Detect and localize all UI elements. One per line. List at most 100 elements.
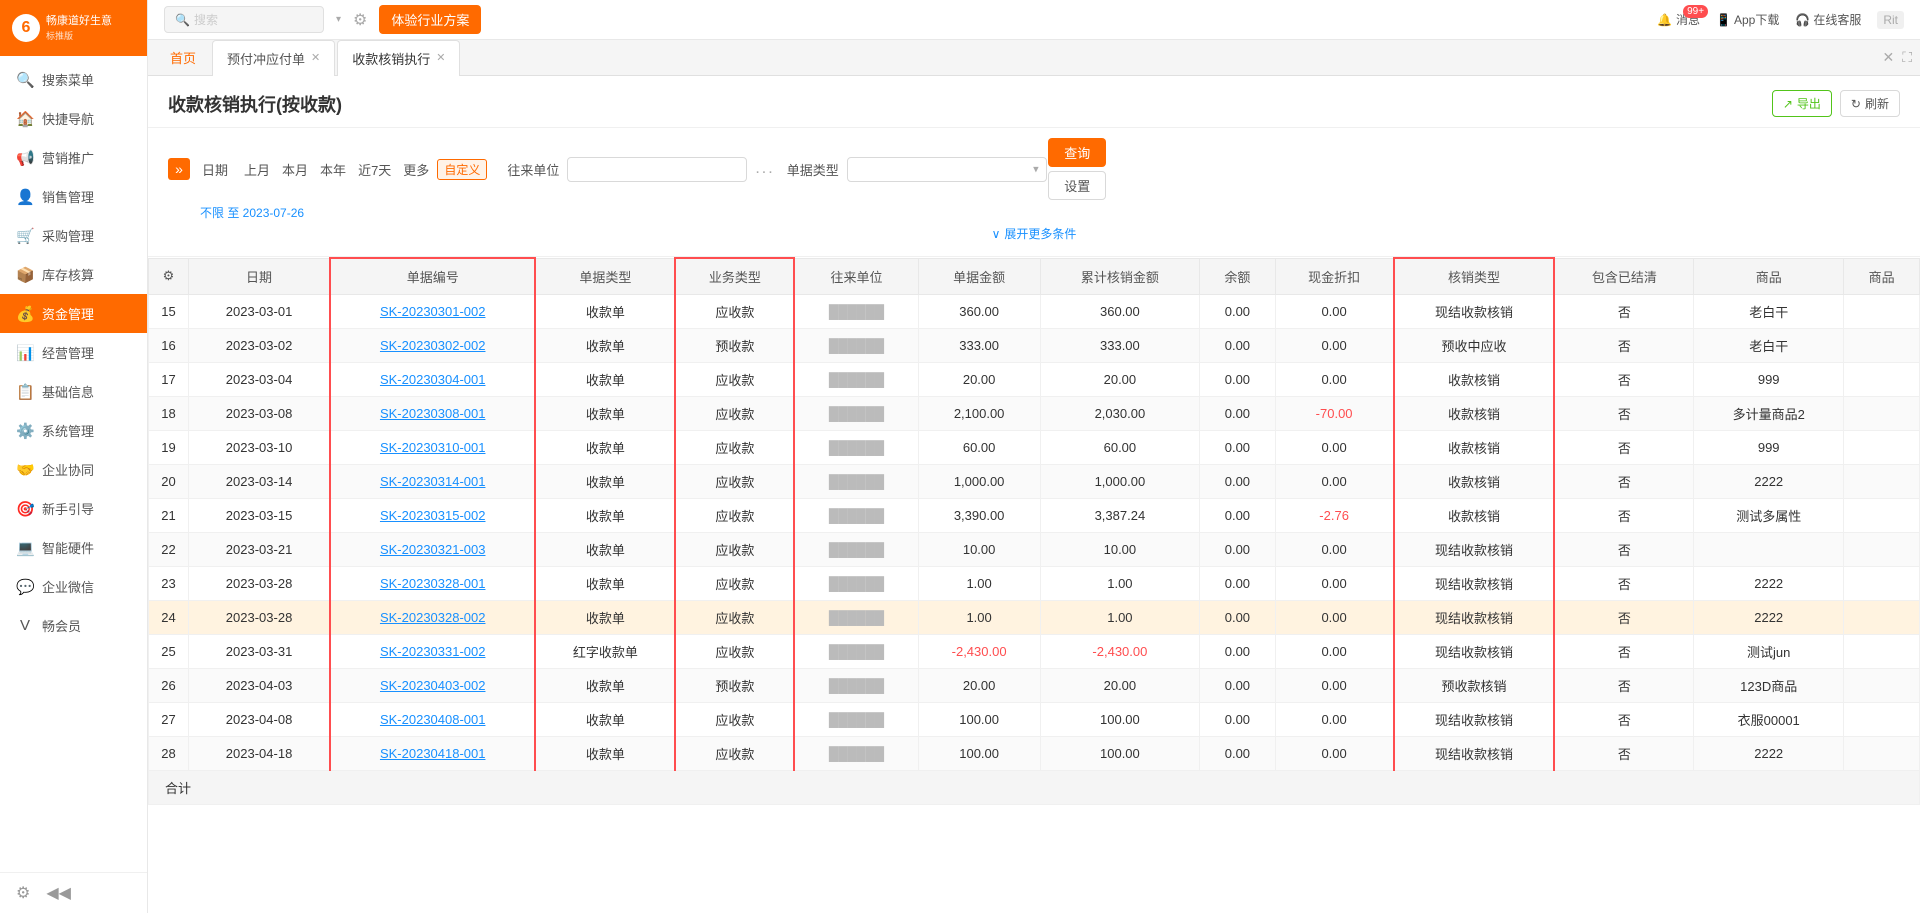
sidebar-item-search[interactable]: 🔍 搜索菜单 xyxy=(0,60,147,99)
tab-expand-icon[interactable]: ⛶ xyxy=(1902,49,1912,66)
cell-balance: 0.00 xyxy=(1200,295,1276,329)
query-button[interactable]: 查询 xyxy=(1048,138,1106,167)
table-row: 23 2023-03-28 SK-20230328-001 收款单 应收款 ██… xyxy=(149,567,1920,601)
cell-customer: ██████ xyxy=(794,465,918,499)
user-name[interactable]: Rit xyxy=(1877,11,1904,29)
settings-footer-icon[interactable]: ⚙ xyxy=(16,883,30,903)
bill-no-link[interactable]: SK-20230328-002 xyxy=(380,610,486,625)
sidebar-item-member[interactable]: V 畅会员 xyxy=(0,606,147,645)
bill-no-link[interactable]: SK-20230310-001 xyxy=(380,440,486,455)
filter-more[interactable]: 更多 xyxy=(399,158,433,181)
bill-no-link[interactable]: SK-20230314-001 xyxy=(380,474,486,489)
tab-close-advance-payment[interactable]: ✕ xyxy=(311,53,320,64)
bill-no-link[interactable]: SK-20230302-002 xyxy=(380,338,486,353)
cell-bill-no[interactable]: SK-20230315-002 xyxy=(330,499,535,533)
bill-no-link[interactable]: SK-20230408-001 xyxy=(380,712,486,727)
sidebar-item-purchase[interactable]: 🛒 采购管理 xyxy=(0,216,147,255)
cell-bill-no[interactable]: SK-20230304-001 xyxy=(330,363,535,397)
cell-bill-no[interactable]: SK-20230301-002 xyxy=(330,295,535,329)
sidebar-item-quick-nav[interactable]: 🏠 快捷导航 xyxy=(0,99,147,138)
cell-cum-offset: 333.00 xyxy=(1040,329,1199,363)
cell-offset-type: 收款核销 xyxy=(1394,397,1555,431)
filter-this-year[interactable]: 本年 xyxy=(316,158,350,181)
cell-product2 xyxy=(1844,669,1920,703)
bell-icon: 🔔 xyxy=(1657,13,1672,27)
sidebar-item-inventory[interactable]: 📦 库存核算 xyxy=(0,255,147,294)
sidebar-item-hardware[interactable]: 💻 智能硬件 xyxy=(0,528,147,567)
filter-last-month[interactable]: 上月 xyxy=(240,158,274,181)
bill-no-link[interactable]: SK-20230304-001 xyxy=(380,372,486,387)
cell-date: 2023-03-10 xyxy=(189,431,331,465)
filter-settings-button[interactable]: 设置 xyxy=(1048,171,1106,200)
sidebar-item-sales[interactable]: 👤 销售管理 xyxy=(0,177,147,216)
cell-bill-no[interactable]: SK-20230302-002 xyxy=(330,329,535,363)
sidebar-item-marketing[interactable]: 📢 营销推广 xyxy=(0,138,147,177)
cell-customer: ██████ xyxy=(794,737,918,771)
cell-bill-no[interactable]: SK-20230308-001 xyxy=(330,397,535,431)
tab-close-collection-exec[interactable]: ✕ xyxy=(436,53,445,64)
cell-bill-no[interactable]: SK-20230328-002 xyxy=(330,601,535,635)
refresh-button[interactable]: ↻ 刷新 xyxy=(1840,90,1900,117)
th-cash-discount: 现金折扣 xyxy=(1275,258,1393,295)
sidebar-item-system[interactable]: ⚙️ 系统管理 xyxy=(0,411,147,450)
cell-bill-no[interactable]: SK-20230408-001 xyxy=(330,703,535,737)
cell-bill-no[interactable]: SK-20230418-001 xyxy=(330,737,535,771)
filter-this-month[interactable]: 本月 xyxy=(278,158,312,181)
bill-no-link[interactable]: SK-20230308-001 xyxy=(380,406,486,421)
cell-offset-type: 预收款核销 xyxy=(1394,669,1555,703)
cell-num: 23 xyxy=(149,567,189,601)
cell-bill-no[interactable]: SK-20230403-002 xyxy=(330,669,535,703)
filter-customer-input[interactable] xyxy=(567,157,747,182)
cell-bill-no[interactable]: SK-20230310-001 xyxy=(330,431,535,465)
cell-offset-type: 现结收款核销 xyxy=(1394,737,1555,771)
home-icon: 🏠 xyxy=(16,110,34,128)
bill-no-link[interactable]: SK-20230418-001 xyxy=(380,746,486,761)
industry-solution-button[interactable]: 体验行业方案 xyxy=(379,5,481,34)
cell-bill-no[interactable]: SK-20230331-002 xyxy=(330,635,535,669)
sidebar-item-wechat[interactable]: 💬 企业微信 xyxy=(0,567,147,606)
cell-include-cleared: 否 xyxy=(1554,499,1693,533)
cell-biz-type: 应收款 xyxy=(675,703,794,737)
bill-no-link[interactable]: SK-20230321-003 xyxy=(380,542,486,557)
cell-product2 xyxy=(1844,363,1920,397)
filter-expand-button[interactable]: » xyxy=(168,158,190,180)
cell-bill-no[interactable]: SK-20230314-001 xyxy=(330,465,535,499)
tab-home[interactable]: 首页 xyxy=(156,40,210,76)
tab-close-all-icon[interactable]: ✕ xyxy=(1882,49,1894,66)
filter-date-range: 不限 至 2023-07-26 xyxy=(200,206,304,220)
app-download-link[interactable]: 📱 App下载 xyxy=(1716,11,1779,28)
bill-no-link[interactable]: SK-20230403-002 xyxy=(380,678,486,693)
export-button[interactable]: ↗ 导出 xyxy=(1772,90,1832,117)
filter-last-7[interactable]: 近7天 xyxy=(354,158,395,181)
bill-no-link[interactable]: SK-20230301-002 xyxy=(380,304,486,319)
column-settings-icon[interactable]: ⚙ xyxy=(163,268,175,283)
filter-bill-type-select[interactable] xyxy=(847,157,1047,182)
th-settings[interactable]: ⚙ xyxy=(149,258,189,295)
collapse-icon[interactable]: ◀◀ xyxy=(46,883,71,903)
messages-button[interactable]: 🔔 消息 99+ xyxy=(1657,11,1700,28)
table-row: 16 2023-03-02 SK-20230302-002 收款单 预收款 ██… xyxy=(149,329,1920,363)
tab-advance-payment[interactable]: 预付冲应付单 ✕ xyxy=(212,40,335,76)
topbar-search-box[interactable]: 🔍 搜索 xyxy=(164,6,324,33)
bill-no-link[interactable]: SK-20230315-002 xyxy=(380,508,486,523)
sidebar-item-operation[interactable]: 📊 经营管理 xyxy=(0,333,147,372)
cell-balance: 0.00 xyxy=(1200,533,1276,567)
filter-expand-row[interactable]: ∨ 展开更多条件 xyxy=(168,221,1900,246)
bill-no-link[interactable]: SK-20230328-001 xyxy=(380,576,486,591)
bill-no-link[interactable]: SK-20230331-002 xyxy=(380,644,486,659)
online-service-link[interactable]: 🎧 在线客服 xyxy=(1795,11,1861,28)
sidebar-item-finance[interactable]: 💰 资金管理 xyxy=(0,294,147,333)
sidebar-item-corp[interactable]: 🤝 企业协同 xyxy=(0,450,147,489)
export-icon: ↗ xyxy=(1783,97,1793,111)
tab-collection-exec[interactable]: 收款核销执行 ✕ xyxy=(337,40,460,76)
sidebar-item-basic[interactable]: 📋 基础信息 xyxy=(0,372,147,411)
cell-bill-no[interactable]: SK-20230328-001 xyxy=(330,567,535,601)
cell-bill-no[interactable]: SK-20230321-003 xyxy=(330,533,535,567)
cell-cum-offset: 1.00 xyxy=(1040,601,1199,635)
topbar-dropdown-arrow[interactable]: ▾ xyxy=(336,14,341,25)
sidebar-item-guide[interactable]: 🎯 新手引导 xyxy=(0,489,147,528)
cell-offset-type: 现结收款核销 xyxy=(1394,295,1555,329)
cell-customer: ██████ xyxy=(794,669,918,703)
topbar-gear-icon[interactable]: ⚙ xyxy=(353,10,367,30)
filter-custom-btn[interactable]: 自定义 xyxy=(437,159,487,180)
